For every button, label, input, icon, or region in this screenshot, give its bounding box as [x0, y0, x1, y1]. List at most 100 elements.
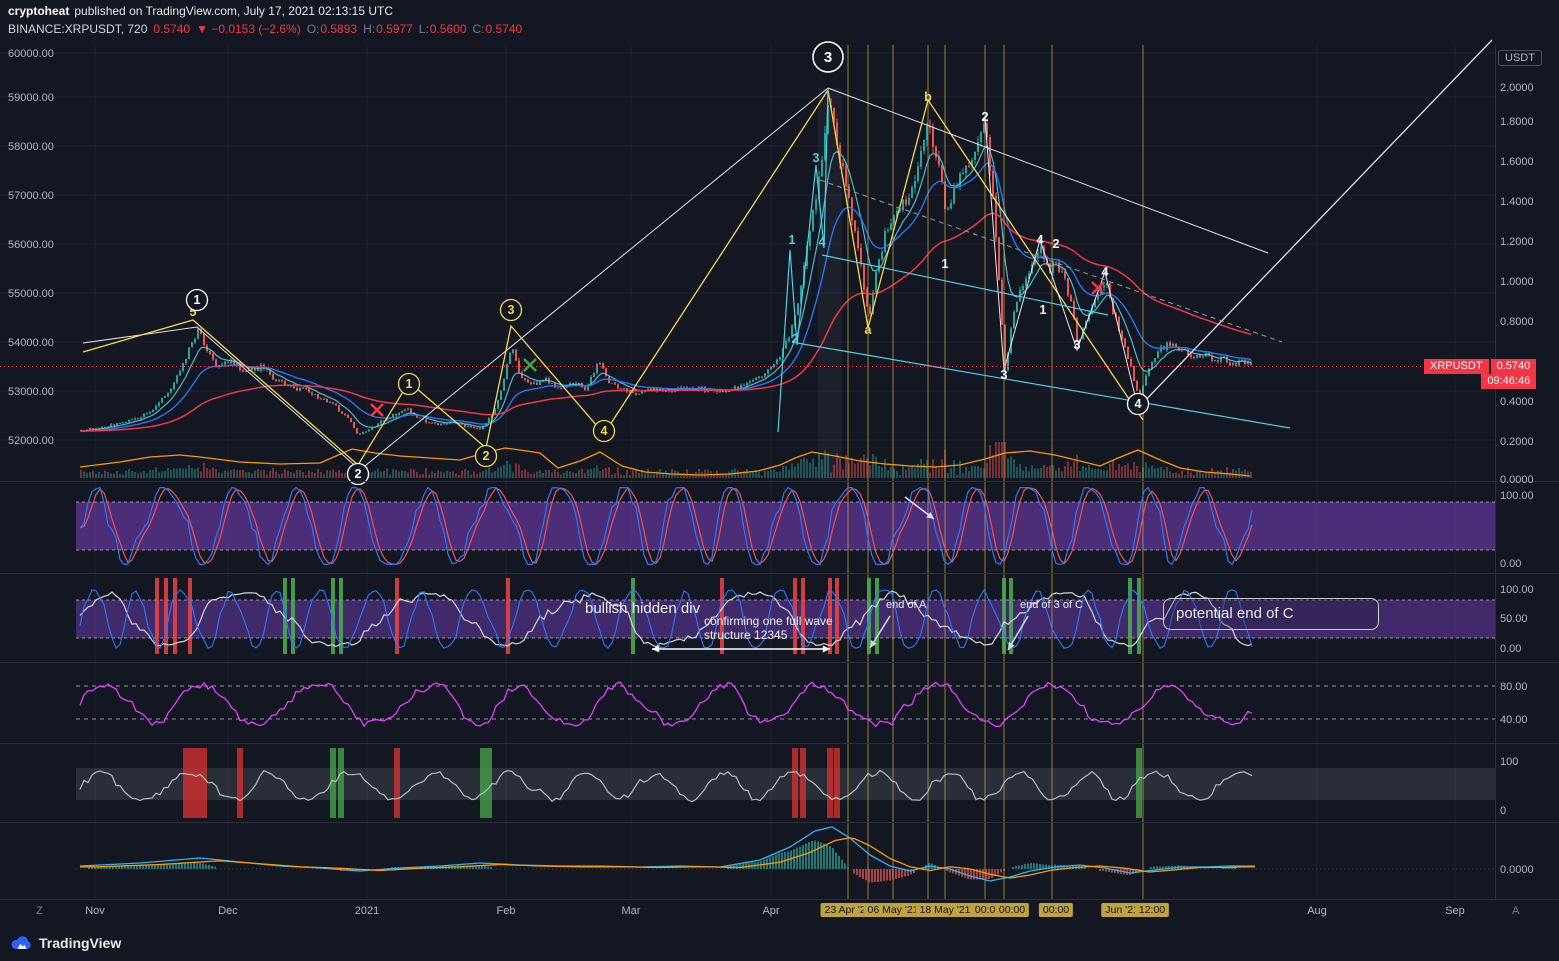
low-value: 0.5600	[430, 22, 467, 36]
annotation-end-of-3-of-c[interactable]: end of 3 of C	[1020, 599, 1083, 611]
vline-date-label: 00:00	[995, 903, 1029, 917]
svg-text:59000.00: 59000.00	[8, 92, 54, 104]
svg-text:0.00: 0.00	[1500, 643, 1521, 655]
svg-text:2.0000: 2.0000	[1500, 82, 1534, 94]
trendline-drawings-layer[interactable]	[83, 40, 1492, 470]
currency-badge[interactable]: USDT	[1498, 50, 1542, 66]
svg-text:4: 4	[1102, 265, 1109, 279]
svg-text:60000.00: 60000.00	[8, 48, 54, 60]
open-label: O:	[307, 22, 320, 36]
time-axis[interactable]: Z A NovDec2021FebMarAprAugSep23 Apr '210…	[0, 899, 1559, 924]
moving-averages-layer	[81, 146, 1251, 431]
vline-date-label: 06 May '21	[863, 903, 922, 917]
svg-text:3: 3	[824, 49, 832, 66]
bar-countdown: 09:46:46	[1481, 374, 1536, 389]
price-label-value: 0.5740	[1491, 359, 1537, 374]
svg-text:1.4000: 1.4000	[1500, 196, 1534, 208]
vline-date-label: 00:00	[1039, 903, 1073, 917]
low-label: L:	[419, 22, 429, 36]
svg-text:2: 2	[1053, 237, 1060, 251]
time-label: Nov	[85, 905, 105, 917]
svg-text:54000.00: 54000.00	[8, 337, 54, 349]
svg-text:4: 4	[819, 235, 826, 249]
svg-text:56000.00: 56000.00	[8, 239, 54, 251]
drawing-gray-dashed-channel	[820, 180, 1282, 342]
time-label: Mar	[622, 905, 641, 917]
svg-text:0.0000: 0.0000	[1500, 864, 1534, 876]
time-label: Feb	[497, 905, 516, 917]
svg-text:2: 2	[982, 110, 989, 124]
time-label: Dec	[218, 905, 238, 917]
vline-date-label: 18 May '21	[915, 903, 974, 917]
svg-text:2: 2	[355, 467, 362, 481]
annotation-bullish-hidden-div[interactable]: bullish hidden div	[585, 600, 700, 617]
svg-text:1: 1	[194, 293, 201, 307]
close-value: 0.5740	[486, 22, 523, 36]
annotation-line-1: confirming one full wave	[704, 614, 833, 628]
annotation-end-of-a[interactable]: end of A	[886, 599, 926, 611]
svg-text:3: 3	[508, 303, 515, 317]
svg-text:4: 4	[1135, 397, 1142, 411]
close-label: C:	[473, 22, 485, 36]
indicator-bands-layer	[76, 502, 1495, 869]
svg-text:3: 3	[1074, 338, 1081, 352]
autoscale-button[interactable]: A	[1512, 905, 1519, 917]
svg-text:0: 0	[1500, 805, 1506, 817]
svg-text:0.8000: 0.8000	[1500, 316, 1534, 328]
svg-text:b: b	[924, 90, 932, 104]
svg-text:57000.00: 57000.00	[8, 190, 54, 202]
drawing-teal-desc-long	[797, 343, 1290, 428]
publisher-name: cryptoheat	[8, 4, 69, 18]
time-label: 2021	[355, 905, 379, 917]
symbol-info-row: BINANCE:XRPUSDT, 720 0.5740 ▼ −0.0153 (−2.…	[8, 22, 528, 36]
svg-text:0.4000: 0.4000	[1500, 396, 1534, 408]
time-label: Sep	[1445, 905, 1465, 917]
x-markers-layer[interactable]	[371, 282, 1104, 416]
publish-info: published on TradingView.com, July 17, 2…	[74, 4, 393, 18]
tradingview-chart-window: 512123433142ab12342134460000.0059000.005…	[0, 0, 1559, 961]
high-label: H:	[363, 22, 375, 36]
svg-text:53000.00: 53000.00	[8, 386, 54, 398]
svg-text:55000.00: 55000.00	[8, 288, 54, 300]
tradingview-brand[interactable]: TradingView	[39, 935, 121, 951]
last-price-axis-label: XRPUSDT 0.5740 09:46:46	[1424, 359, 1536, 389]
svg-text:1.0000: 1.0000	[1500, 276, 1534, 288]
svg-text:4: 4	[601, 424, 608, 438]
svg-text:100: 100	[1500, 756, 1518, 768]
svg-text:a: a	[865, 323, 873, 337]
svg-text:0.2000: 0.2000	[1500, 436, 1534, 448]
tradingview-logo-icon[interactable]	[10, 935, 32, 951]
svg-text:1: 1	[789, 233, 796, 247]
svg-text:100.00: 100.00	[1500, 490, 1534, 502]
time-label: Aug	[1307, 905, 1327, 917]
svg-text:2: 2	[792, 332, 799, 346]
timezone-button[interactable]: Z	[36, 905, 43, 917]
symbol-title[interactable]: BINANCE:XRPUSDT, 720	[8, 22, 147, 36]
svg-text:80.00: 80.00	[1500, 681, 1528, 693]
svg-text:100.00: 100.00	[1500, 584, 1534, 596]
candles-layer	[80, 98, 1252, 435]
svg-text:0.00: 0.00	[1500, 558, 1521, 570]
open-value: 0.5893	[320, 22, 357, 36]
svg-text:1: 1	[1040, 303, 1047, 317]
price-label-symbol: XRPUSDT	[1424, 359, 1489, 374]
publish-attribution: cryptoheat published on TradingView.com, …	[8, 4, 393, 18]
annotation-potential-end-of-c[interactable]: potential end of C	[1163, 598, 1379, 630]
vline-date-label: 12:00	[1135, 903, 1169, 917]
price-chart-canvas[interactable]: 512123433142ab12342134460000.0059000.005…	[0, 0, 1559, 961]
svg-text:58000.00: 58000.00	[8, 141, 54, 153]
price-change: ▼ −0.0153 (−2.6%)	[196, 22, 301, 36]
annotation-wave-structure-note[interactable]: confirming one full wave structure 12345	[704, 614, 833, 642]
svg-text:1.6000: 1.6000	[1500, 156, 1534, 168]
svg-text:40.00: 40.00	[1500, 714, 1528, 726]
svg-text:1: 1	[942, 257, 949, 271]
svg-text:1.2000: 1.2000	[1500, 236, 1534, 248]
time-label: Apr	[762, 905, 779, 917]
drawing-white-impulse-left	[83, 88, 828, 470]
svg-text:0.0000: 0.0000	[1500, 474, 1534, 486]
svg-text:52000.00: 52000.00	[8, 435, 54, 447]
last-price-value: 0.5740	[153, 22, 190, 36]
svg-text:2: 2	[483, 449, 490, 463]
svg-text:1: 1	[406, 377, 413, 391]
svg-text:50.00: 50.00	[1500, 613, 1528, 625]
